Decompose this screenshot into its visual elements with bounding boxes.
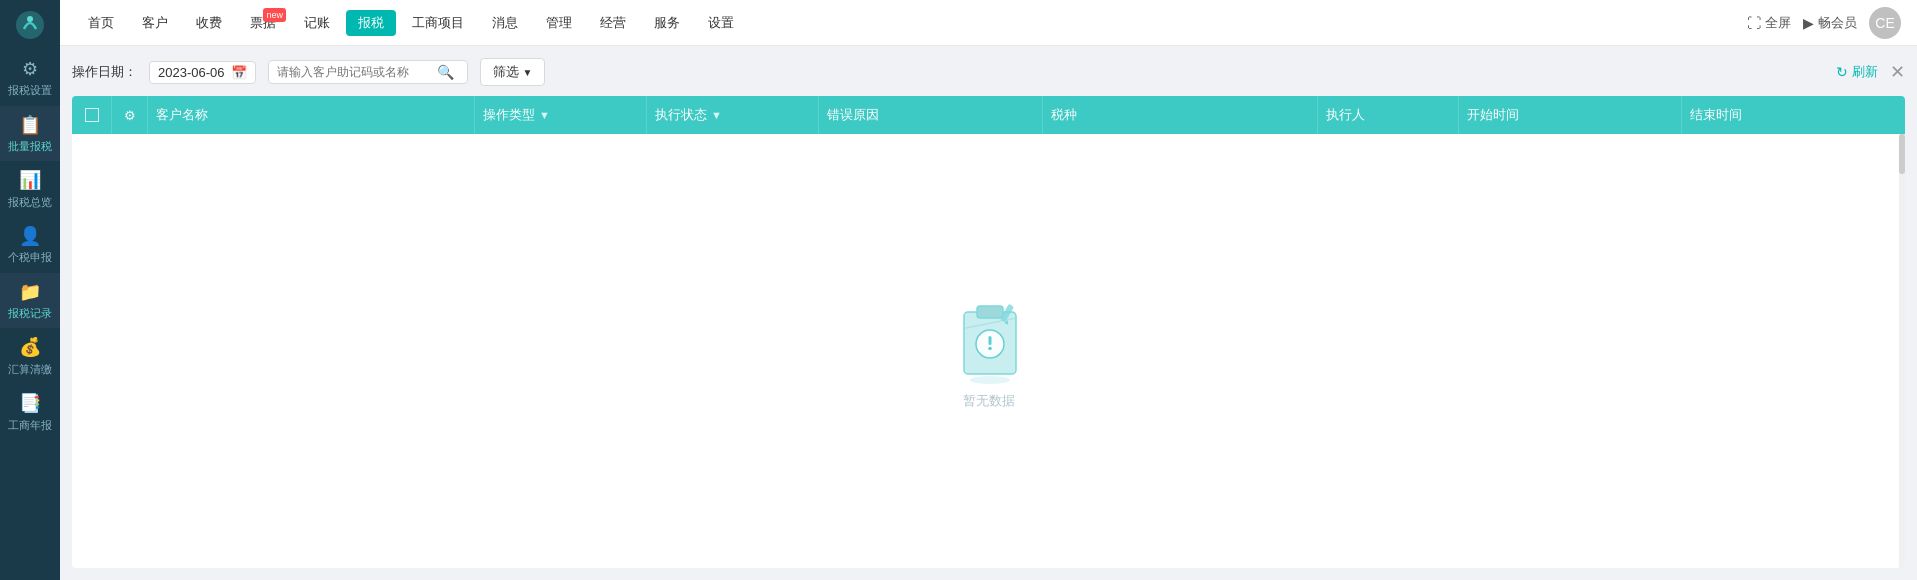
page-area: 操作日期： 2023-06-06 📅 🔍 筛选 ▼ ↻ 刷新 [60, 46, 1917, 580]
th-check[interactable] [72, 96, 112, 134]
search-box: 🔍 [268, 60, 468, 84]
table-body: 暂无数据 [72, 134, 1905, 568]
sidebar-item-personal-tax[interactable]: 👤 个税申报 [0, 217, 60, 273]
nav-item-message[interactable]: 消息 [480, 10, 530, 36]
gear-icon: ⚙ [124, 108, 136, 123]
th-op-type: 操作类型 ▼ [475, 96, 647, 134]
close-button[interactable]: ✕ [1890, 63, 1905, 81]
scrollbar-track[interactable] [1899, 134, 1905, 568]
scrollbar-thumb[interactable] [1899, 134, 1905, 174]
play-icon: ▶ [1803, 15, 1814, 31]
th-start-time: 开始时间 [1459, 96, 1683, 134]
annual-report-icon: 📑 [19, 392, 41, 415]
sidebar-item-batch-tax[interactable]: 📋 批量报税 [0, 106, 60, 162]
nav-item-tax[interactable]: 报税 [346, 10, 396, 36]
search-icon[interactable]: 🔍 [437, 64, 454, 80]
toolbar: 操作日期： 2023-06-06 📅 🔍 筛选 ▼ ↻ 刷新 [72, 58, 1905, 86]
refresh-button[interactable]: ↻ 刷新 [1836, 63, 1878, 81]
tax-records-icon: 📁 [19, 281, 41, 304]
empty-text: 暂无数据 [963, 392, 1015, 410]
nav-item-settings[interactable]: 设置 [696, 10, 746, 36]
tax-overview-icon: 📊 [19, 169, 41, 192]
batch-tax-icon: 📋 [19, 114, 41, 137]
toolbar-right: ↻ 刷新 ✕ [1836, 63, 1905, 81]
remit-tax-icon: 💰 [19, 336, 41, 359]
th-executor: 执行人 [1318, 96, 1459, 134]
sidebar-item-annual-report[interactable]: 📑 工商年报 [0, 384, 60, 440]
th-gear[interactable]: ⚙ [112, 96, 148, 134]
topnav: 首页 客户 收费 票据 new 记账 报税 工商项目 消息 管理 经营 服务 设… [60, 0, 1917, 46]
th-tax-type: 税种 [1043, 96, 1318, 134]
svg-rect-3 [977, 306, 1003, 318]
svg-rect-5 [988, 336, 991, 345]
th-exec-status: 执行状态 ▼ [647, 96, 819, 134]
sidebar-item-remit-tax[interactable]: 💰 汇算清缴 [0, 328, 60, 384]
chevron-down-icon: ▼ [523, 67, 533, 78]
svg-point-6 [988, 347, 992, 351]
sidebar-logo [0, 0, 60, 50]
nav-item-service[interactable]: 服务 [642, 10, 692, 36]
sidebar-item-tax-settings[interactable]: ⚙ 报税设置 [0, 50, 60, 106]
svg-point-0 [16, 11, 44, 39]
th-client-name: 客户名称 [148, 96, 475, 134]
empty-illustration [944, 292, 1034, 392]
invoice-badge: new [263, 8, 286, 22]
nav-item-billing[interactable]: 收费 [184, 10, 234, 36]
op-type-filter-icon[interactable]: ▼ [539, 109, 550, 121]
tax-settings-icon: ⚙ [22, 58, 38, 81]
search-input[interactable] [277, 65, 437, 79]
refresh-icon: ↻ [1836, 64, 1848, 80]
nav-item-client[interactable]: 客户 [130, 10, 180, 36]
nav-item-finance[interactable]: 经营 [588, 10, 638, 36]
calendar-icon: 📅 [231, 65, 247, 80]
user-avatar[interactable]: CE [1869, 7, 1901, 39]
date-picker[interactable]: 2023-06-06 📅 [149, 61, 256, 84]
fullscreen-icon: ⛶ [1747, 15, 1761, 31]
select-all-checkbox[interactable] [85, 108, 99, 122]
svg-point-1 [27, 16, 33, 22]
main-container: 首页 客户 收费 票据 new 记账 报税 工商项目 消息 管理 经营 服务 设… [60, 0, 1917, 580]
personal-tax-icon: 👤 [19, 225, 41, 248]
svg-point-10 [970, 376, 1010, 384]
nav-item-invoice[interactable]: 票据 new [238, 10, 288, 36]
member-btn[interactable]: ▶ 畅会员 [1803, 14, 1857, 32]
nav-item-management[interactable]: 管理 [534, 10, 584, 36]
sidebar-item-tax-overview[interactable]: 📊 报税总览 [0, 161, 60, 217]
date-label: 操作日期： [72, 63, 137, 81]
table-container: ⚙ 客户名称 操作类型 ▼ 执行状态 ▼ 错误原因 [72, 96, 1905, 568]
topnav-right: ⛶ 全屏 ▶ 畅会员 CE [1747, 7, 1901, 39]
table-header: ⚙ 客户名称 操作类型 ▼ 执行状态 ▼ 错误原因 [72, 96, 1905, 134]
nav-item-home[interactable]: 首页 [76, 10, 126, 36]
content: 操作日期： 2023-06-06 📅 🔍 筛选 ▼ ↻ 刷新 [60, 46, 1917, 580]
sidebar: ⚙ 报税设置 📋 批量报税 📊 报税总览 👤 个税申报 📁 报税记录 💰 汇算清… [0, 0, 60, 580]
nav-item-accounting[interactable]: 记账 [292, 10, 342, 36]
nav-item-bizproject[interactable]: 工商项目 [400, 10, 476, 36]
empty-state: 暂无数据 [72, 134, 1905, 568]
sidebar-item-tax-records[interactable]: 📁 报税记录 [0, 273, 60, 329]
topnav-items: 首页 客户 收费 票据 new 记账 报税 工商项目 消息 管理 经营 服务 设… [76, 10, 1747, 36]
th-end-time: 结束时间 [1682, 96, 1905, 134]
th-error-reason: 错误原因 [819, 96, 1043, 134]
exec-status-filter-icon[interactable]: ▼ [711, 109, 722, 121]
filter-button[interactable]: 筛选 ▼ [480, 58, 546, 86]
fullscreen-btn[interactable]: ⛶ 全屏 [1747, 14, 1791, 32]
